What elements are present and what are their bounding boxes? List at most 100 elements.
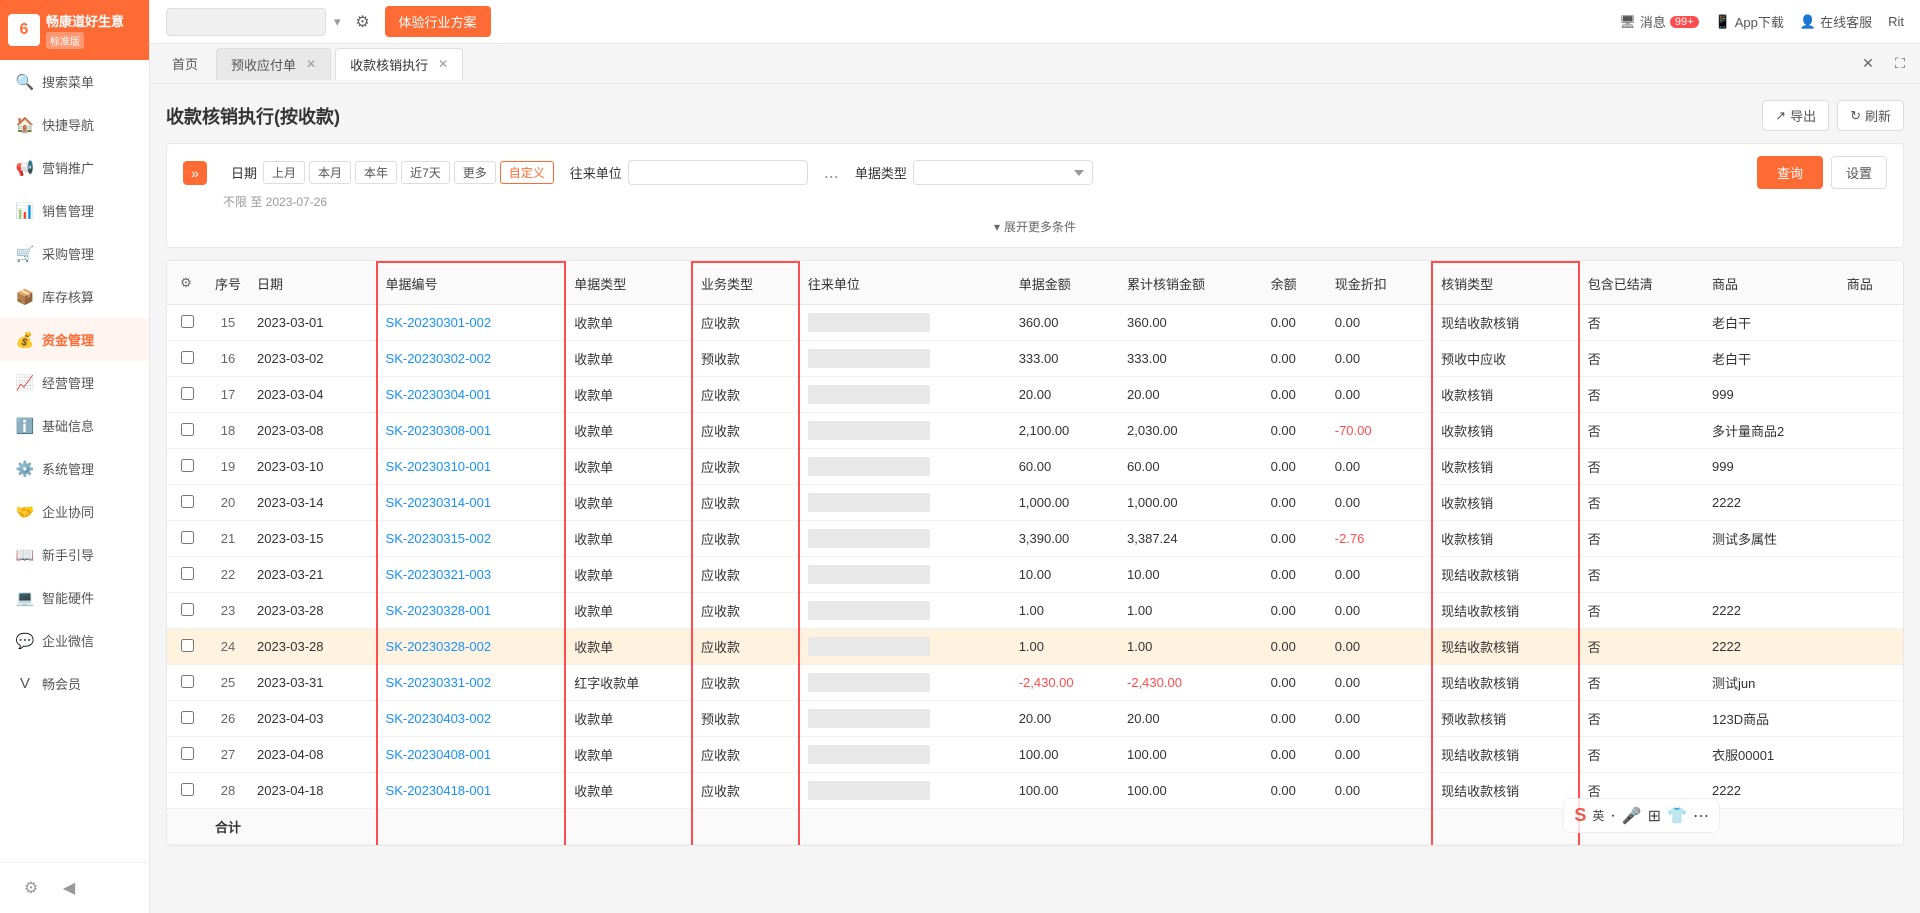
tab-close-icon[interactable]: ✕: [1856, 52, 1880, 76]
table-row[interactable]: 27 2023-04-08 SK-20230408-001 收款单 应收款 ██…: [167, 737, 1903, 773]
sidebar-item-10[interactable]: 🤝企业协同: [0, 490, 149, 533]
tab-pre-payment-close[interactable]: ✕: [306, 57, 316, 71]
td-check[interactable]: [167, 773, 207, 809]
td-check[interactable]: [167, 593, 207, 629]
order-no-link[interactable]: SK-20230408-001: [386, 747, 492, 762]
tab-home[interactable]: 首页: [158, 48, 212, 79]
td-cancel-type: 收款核销: [1432, 449, 1579, 485]
more-btn[interactable]: 更多: [454, 161, 496, 184]
table-row[interactable]: 16 2023-03-02 SK-20230302-002 收款单 预收款 ██…: [167, 341, 1903, 377]
order-no-link[interactable]: SK-20230310-001: [386, 459, 492, 474]
last-7-days-btn[interactable]: 近7天: [401, 161, 450, 184]
table-row[interactable]: 17 2023-03-04 SK-20230304-001 收款单 应收款 ██…: [167, 377, 1903, 413]
td-check[interactable]: [167, 341, 207, 377]
table-row[interactable]: 18 2023-03-08 SK-20230308-001 收款单 应收款 ██…: [167, 413, 1903, 449]
filter-date-item: 日期 上月 本月 本年 近7天 更多 自定义: [231, 161, 554, 184]
last-month-btn[interactable]: 上月: [263, 161, 305, 184]
table-row[interactable]: 23 2023-03-28 SK-20230328-001 收款单 应收款 ██…: [167, 593, 1903, 629]
sidebar-item-2[interactable]: 📢营销推广: [0, 146, 149, 189]
table-row[interactable]: 19 2023-03-10 SK-20230310-001 收款单 应收款 ██…: [167, 449, 1903, 485]
table-row[interactable]: 24 2023-03-28 SK-20230328-002 收款单 应收款 ██…: [167, 629, 1903, 665]
order-no-link[interactable]: SK-20230308-001: [386, 423, 492, 438]
sidebar-item-6[interactable]: 💰资金管理: [0, 318, 149, 361]
table-row[interactable]: 25 2023-03-31 SK-20230331-002 红字收款单 应收款 …: [167, 665, 1903, 701]
td-check[interactable]: [167, 701, 207, 737]
td-check[interactable]: [167, 665, 207, 701]
topbar-gear-icon[interactable]: ⚙: [349, 8, 377, 36]
company-selector[interactable]: [166, 8, 326, 36]
settings-icon[interactable]: ⚙: [16, 873, 46, 903]
online-service-button[interactable]: 👤 在线客服: [1800, 12, 1872, 31]
expand-more-button[interactable]: ▾ 展开更多条件: [994, 218, 1076, 235]
th-settings[interactable]: ⚙: [167, 262, 207, 305]
order-no-link[interactable]: SK-20230321-003: [386, 567, 492, 582]
order-no-link[interactable]: SK-20230301-002: [386, 315, 492, 330]
td-check[interactable]: [167, 737, 207, 773]
sidebar-item-0[interactable]: 🔍搜索菜单: [0, 60, 149, 103]
messages-button[interactable]: 🖥 消息 99+: [1619, 12, 1698, 31]
user-name[interactable]: Rit: [1888, 14, 1904, 29]
sidebar-item-13[interactable]: 💬企业微信: [0, 619, 149, 662]
total-cancel-amount: [1119, 809, 1263, 845]
app-download-button[interactable]: 📱 App下载: [1715, 12, 1784, 31]
sidebar-item-8[interactable]: ℹ️基础信息: [0, 404, 149, 447]
tab-collection-exec-close[interactable]: ✕: [438, 57, 448, 71]
td-check[interactable]: [167, 377, 207, 413]
counterpart-input[interactable]: [628, 160, 808, 185]
order-no-link[interactable]: SK-20230418-001: [386, 783, 492, 798]
filter-expand-button[interactable]: »: [183, 161, 207, 185]
td-check[interactable]: [167, 485, 207, 521]
industry-solution-button[interactable]: 体验行业方案: [385, 6, 491, 37]
order-no-link[interactable]: SK-20230304-001: [386, 387, 492, 402]
order-no-link[interactable]: SK-20230314-001: [386, 495, 492, 510]
order-no-link[interactable]: SK-20230328-002: [386, 639, 492, 654]
sidebar-item-11[interactable]: 📖新手引导: [0, 533, 149, 576]
order-no-link[interactable]: SK-20230315-002: [386, 531, 492, 546]
sidebar-item-14[interactable]: V畅会员: [0, 662, 149, 705]
td-check[interactable]: [167, 413, 207, 449]
export-button[interactable]: ↗ 导出: [1762, 100, 1829, 131]
td-cash-discount: 0.00: [1327, 593, 1432, 629]
filter-bar: » 日期 上月 本月 本年 近7天 更多 自定义 往来单位: [166, 143, 1904, 248]
this-year-btn[interactable]: 本年: [355, 161, 397, 184]
td-num: 24: [207, 629, 249, 665]
table-row[interactable]: 22 2023-03-21 SK-20230321-003 收款单 应收款 ██…: [167, 557, 1903, 593]
table-row[interactable]: 15 2023-03-01 SK-20230301-002 收款单 应收款 ██…: [167, 305, 1903, 341]
tab-collection-exec[interactable]: 收款核销执行 ✕: [335, 48, 463, 80]
tab-pre-payment[interactable]: 预收应付单 ✕: [216, 48, 331, 80]
order-no-link[interactable]: SK-20230331-002: [386, 675, 492, 690]
dropdown-arrow[interactable]: ▾: [334, 14, 341, 30]
sidebar-item-1[interactable]: 🏠快捷导航: [0, 103, 149, 146]
custom-btn[interactable]: 自定义: [500, 161, 554, 184]
order-no-link[interactable]: SK-20230302-002: [386, 351, 492, 366]
collapse-icon[interactable]: ◀: [54, 873, 84, 903]
table-row[interactable]: 26 2023-04-03 SK-20230403-002 收款单 预收款 ██…: [167, 701, 1903, 737]
sidebar-item-12[interactable]: 💻智能硬件: [0, 576, 149, 619]
refresh-button[interactable]: ↻ 刷新: [1837, 100, 1904, 131]
td-check[interactable]: [167, 521, 207, 557]
col-settings-icon[interactable]: ⚙: [175, 272, 197, 294]
td-order-no: SK-20230308-001: [377, 413, 566, 449]
sidebar-item-5[interactable]: 📦库存核算: [0, 275, 149, 318]
td-order-no: SK-20230418-001: [377, 773, 566, 809]
table-row[interactable]: 21 2023-03-15 SK-20230315-002 收款单 应收款 ██…: [167, 521, 1903, 557]
td-check[interactable]: [167, 449, 207, 485]
this-month-btn[interactable]: 本月: [309, 161, 351, 184]
receipt-type-select[interactable]: [913, 160, 1093, 185]
sidebar-item-7[interactable]: 📈经营管理: [0, 361, 149, 404]
sidebar-item-label-10: 企业协同: [42, 502, 94, 521]
table-row[interactable]: 20 2023-03-14 SK-20230314-001 收款单 应收款 ██…: [167, 485, 1903, 521]
query-button[interactable]: 查询: [1757, 156, 1823, 189]
td-check[interactable]: [167, 305, 207, 341]
tab-maximize-icon[interactable]: ⛶: [1888, 52, 1912, 76]
sidebar-item-9[interactable]: ⚙️系统管理: [0, 447, 149, 490]
order-no-link[interactable]: SK-20230403-002: [386, 711, 492, 726]
td-include-settled: 否: [1579, 737, 1704, 773]
sidebar-item-3[interactable]: 📊销售管理: [0, 189, 149, 232]
td-check[interactable]: [167, 557, 207, 593]
sidebar-item-4[interactable]: 🛒采购管理: [0, 232, 149, 275]
td-cash-discount: 0.00: [1327, 773, 1432, 809]
order-no-link[interactable]: SK-20230328-001: [386, 603, 492, 618]
td-check[interactable]: [167, 629, 207, 665]
filter-settings-button[interactable]: 设置: [1831, 156, 1887, 189]
